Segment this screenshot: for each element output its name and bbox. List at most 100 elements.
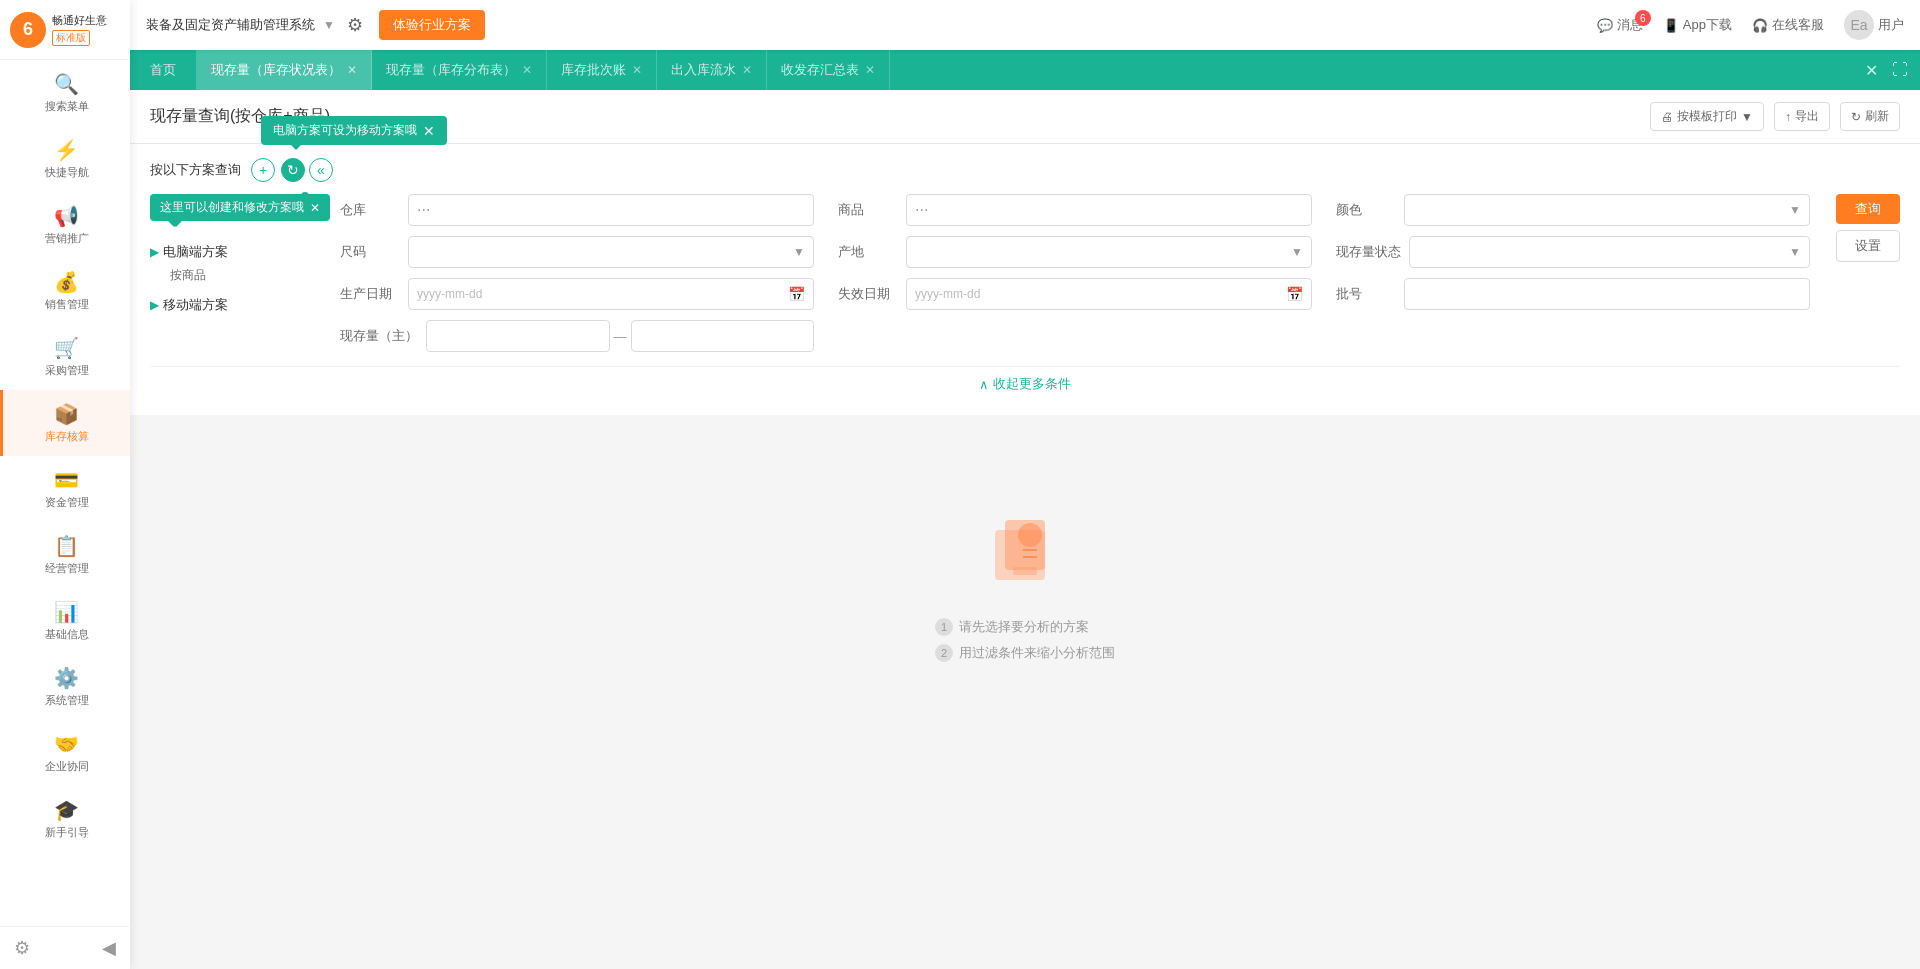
search-btn[interactable]: 查询 <box>1836 194 1900 224</box>
inventory-status-select[interactable]: ▼ <box>1409 236 1810 268</box>
sidebar-item-label: 经营管理 <box>45 561 89 576</box>
filter-action-buttons: 查询 设置 <box>1820 194 1900 358</box>
tab-inventory-status[interactable]: 现存量（库存状况表） ✕ <box>197 50 372 90</box>
batch-input[interactable] <box>1404 278 1810 310</box>
color-select[interactable]: ▼ <box>1404 194 1810 226</box>
export-btn[interactable]: ↑ 导出 <box>1774 102 1830 131</box>
origin-label: 产地 <box>838 243 898 261</box>
schema-mobile-item[interactable]: ▶ 移动端方案 <box>150 292 330 318</box>
topbar-settings-icon[interactable]: ⚙ <box>347 14 363 36</box>
tab-in-out-flow[interactable]: 出入库流水 ✕ <box>657 50 767 90</box>
goods-input[interactable]: ··· <box>906 194 1312 226</box>
tab-batch-ledger[interactable]: 库存批次账 ✕ <box>547 50 657 90</box>
prev-schema-btn[interactable]: « <box>309 158 333 182</box>
tab-close-icon[interactable]: ✕ <box>522 63 532 77</box>
filter-header-actions: + ↻ « 电脑方案可设为移动方案哦 ✕ <box>251 158 333 182</box>
stock-max-input[interactable] <box>631 320 815 352</box>
tooltip2-close[interactable]: ✕ <box>310 201 320 215</box>
color-dropdown-icon: ▼ <box>1789 203 1801 217</box>
tab-close-icon[interactable]: ✕ <box>632 63 642 77</box>
expire-date-input[interactable]: yyyy-mm-dd 📅 <box>906 278 1312 310</box>
sidebar-item-marketing[interactable]: 📢 营销推广 <box>0 192 130 258</box>
tab-fullscreen-icon[interactable]: ⛶ <box>1888 57 1912 83</box>
system-dropdown[interactable]: ▼ <box>323 18 335 32</box>
empty-step-1: 1 请先选择要分析的方案 <box>935 618 1115 636</box>
box-icon: 📦 <box>54 402 79 426</box>
empty-steps: 1 请先选择要分析的方案 2 用过滤条件来缩小分析范围 <box>935 618 1115 670</box>
phone-icon: 📱 <box>1663 18 1679 33</box>
settings-icon[interactable]: ⚙ <box>14 937 30 959</box>
sidebar-item-search[interactable]: 🔍 搜索菜单 <box>0 60 130 126</box>
printer-icon: 🖨 <box>1661 110 1673 124</box>
sidebar-item-label: 基础信息 <box>45 627 89 642</box>
stock-min-input[interactable] <box>426 320 610 352</box>
user-area[interactable]: Ea 用户 <box>1844 10 1904 40</box>
svg-rect-5 <box>1013 567 1037 575</box>
filter-header: 按以下方案查询 + ↻ « 电脑方案可设为移动方案哦 ✕ <box>150 158 1900 182</box>
expire-date-calendar-icon[interactable]: 📅 <box>1286 286 1303 302</box>
tab-close-icon[interactable]: ✕ <box>742 63 752 77</box>
print-dropdown-icon[interactable]: ▼ <box>1741 110 1753 124</box>
step-num-1: 1 <box>935 618 953 636</box>
origin-select[interactable]: ▼ <box>906 236 1312 268</box>
filter-area: 按以下方案查询 + ↻ « 电脑方案可设为移动方案哦 ✕ <box>130 144 1920 415</box>
card-icon: 💳 <box>54 468 79 492</box>
sidebar-item-operations[interactable]: 📋 经营管理 <box>0 522 130 588</box>
filter-label: 按以下方案查询 <box>150 161 241 179</box>
schema-child-1[interactable]: 按商品 <box>170 265 330 286</box>
sidebar-item-enterprise[interactable]: 🤝 企业协同 <box>0 720 130 786</box>
edit-schema-btn[interactable]: ↻ <box>281 158 305 182</box>
industry-btn[interactable]: 体验行业方案 <box>379 10 485 40</box>
online-service-btn[interactable]: 🎧 在线客服 <box>1752 16 1824 34</box>
mobile-schema-label: 移动端方案 <box>163 296 228 314</box>
sidebar-item-purchase[interactable]: 🛒 采购管理 <box>0 324 130 390</box>
avatar-initials: Ea <box>1850 17 1867 33</box>
reset-btn[interactable]: 设置 <box>1836 230 1900 262</box>
produce-date-input[interactable]: yyyy-mm-dd 📅 <box>408 278 814 310</box>
sidebar-item-sales[interactable]: 💰 销售管理 <box>0 258 130 324</box>
tab-close-icon[interactable]: ✕ <box>347 63 357 77</box>
tab-receive-summary[interactable]: 收发存汇总表 ✕ <box>767 50 890 90</box>
sidebar: 6 畅通好生意 标准版 🔍 搜索菜单 ⚡ 快捷导航 📢 营销推广 💰 销售管理 … <box>0 0 130 969</box>
size-select[interactable]: ▼ <box>408 236 814 268</box>
schema-tooltip-2: 这里可以创建和修改方案哦 ✕ <box>150 194 330 221</box>
warehouse-input[interactable]: ··· <box>408 194 814 226</box>
tab-inventory-dist[interactable]: 现存量（库存分布表） ✕ <box>372 50 547 90</box>
sidebar-item-label: 资金管理 <box>45 495 89 510</box>
sidebar-item-guide[interactable]: 🎓 新手引导 <box>0 786 130 852</box>
user-label: 用户 <box>1878 16 1904 34</box>
user-avatar: Ea <box>1844 10 1874 40</box>
refresh-btn[interactable]: ↻ 刷新 <box>1840 102 1900 131</box>
filter-fields-area: 仓库 ··· 商品 ··· 颜色 <box>340 194 1810 358</box>
range-dash: — <box>614 329 627 344</box>
schema-pc-children: 按商品 <box>150 265 330 286</box>
sidebar-footer: ⚙ ◀ <box>0 926 130 969</box>
tab-close-icon[interactable]: ✕ <box>865 63 875 77</box>
sidebar-item-quick[interactable]: ⚡ 快捷导航 <box>0 126 130 192</box>
logo-icon: 6 <box>10 12 46 48</box>
collapse-btn[interactable]: ∧ 收起更多条件 <box>150 366 1900 401</box>
tooltip1-close[interactable]: ✕ <box>423 123 435 139</box>
produce-date-calendar-icon[interactable]: 📅 <box>788 286 805 302</box>
add-schema-btn[interactable]: + <box>251 158 275 182</box>
app-download-btn[interactable]: 📱 App下载 <box>1663 16 1732 34</box>
filter-row-3: 生产日期 yyyy-mm-dd 📅 失效日期 yyyy-mm-dd 📅 <box>340 278 1810 310</box>
tab-home[interactable]: 首页 <box>130 50 197 90</box>
tab-close-all-icon[interactable]: ✕ <box>1861 57 1882 84</box>
empty-illustration <box>975 495 1075 598</box>
color-field: 颜色 ▼ <box>1336 194 1810 226</box>
topbar-right: 💬 消息 6 📱 App下载 🎧 在线客服 Ea 用户 <box>1597 10 1904 40</box>
sidebar-item-system[interactable]: ⚙️ 系统管理 <box>0 654 130 720</box>
message-btn[interactable]: 💬 消息 6 <box>1597 16 1643 34</box>
cart-icon: 🛒 <box>54 336 79 360</box>
schema-pc-item[interactable]: ▶ 电脑端方案 <box>150 239 330 265</box>
filter-row-2: 尺码 ▼ 产地 ▼ <box>340 236 1810 268</box>
stock-main-field: 现存量（主） — <box>340 320 814 352</box>
collapse-sidebar-icon[interactable]: ◀ <box>102 937 116 959</box>
sidebar-item-finance[interactable]: 💳 资金管理 <box>0 456 130 522</box>
main-content: 装备及固定资产辅助管理系统 ▼ ⚙ 体验行业方案 💬 消息 6 📱 App下载 … <box>130 0 1920 969</box>
sidebar-item-basic[interactable]: 📊 基础信息 <box>0 588 130 654</box>
expire-date-label: 失效日期 <box>838 285 898 303</box>
sidebar-item-inventory[interactable]: 📦 库存核算 <box>0 390 130 456</box>
print-template-btn[interactable]: 🖨 按模板打印 ▼ <box>1650 102 1764 131</box>
